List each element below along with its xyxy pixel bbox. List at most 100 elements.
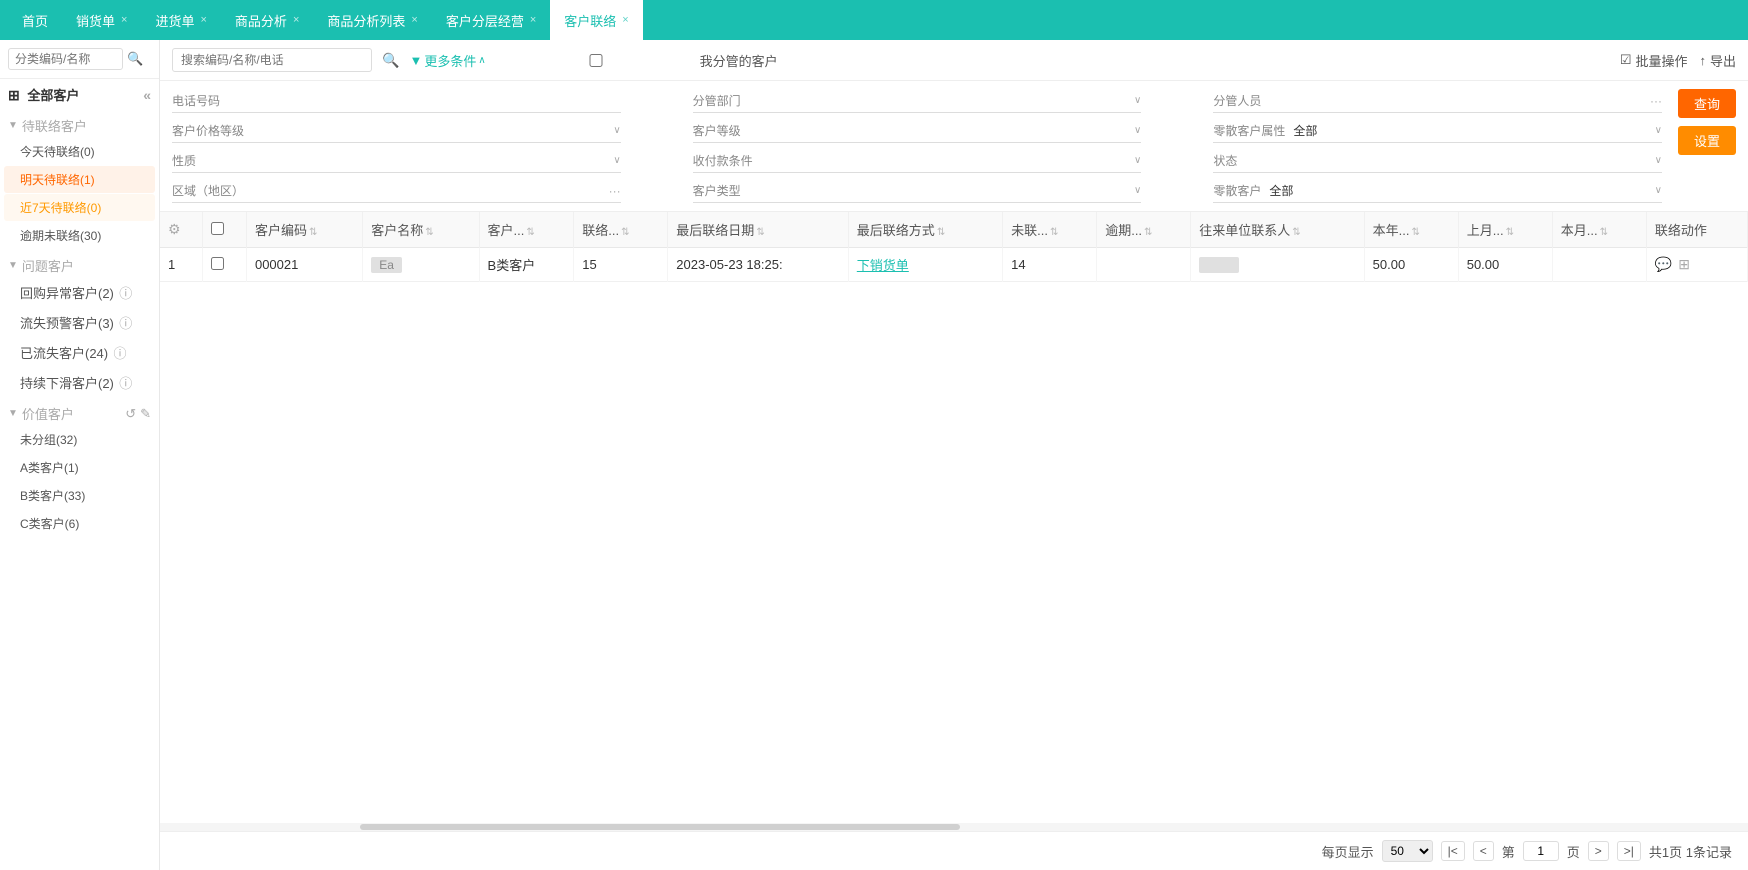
sidebar-group-value: ▼ 价值客户 ↺ ✎ <box>0 398 159 425</box>
col-name[interactable]: 客户名称⇅ <box>363 212 479 248</box>
col-code[interactable]: 客户编码⇅ <box>246 212 362 248</box>
collapse-icon[interactable]: « <box>143 87 151 103</box>
sort-type-icon: ⇅ <box>526 227 534 238</box>
nav-product-analysis-list[interactable]: 商品分析列表 × <box>313 0 431 40</box>
name-placeholder: Ea <box>371 257 402 273</box>
last-page-btn[interactable]: >| <box>1617 841 1641 861</box>
sort-uncontact-icon: ⇅ <box>1050 227 1058 238</box>
close-purchase-icon[interactable]: × <box>200 14 206 26</box>
sidebar-item-repurchase[interactable]: 回购异常客户(2) ⓘ <box>4 278 155 307</box>
page-number-input[interactable] <box>1523 841 1559 861</box>
page-size-select[interactable]: 50 100 200 <box>1382 840 1433 862</box>
col-last-month[interactable]: 上月...⇅ <box>1458 212 1552 248</box>
col-this-year[interactable]: 本年...⇅ <box>1364 212 1458 248</box>
filter-scatter-cust-value[interactable]: 全部 <box>1269 182 1650 199</box>
row-check[interactable] <box>211 257 224 270</box>
filter-scatter-value[interactable]: 全部 <box>1293 122 1650 139</box>
filter-btn[interactable]: ▼ 更多条件 ∧ <box>409 51 485 70</box>
main-search-input[interactable] <box>172 48 372 72</box>
col-last-method[interactable]: 最后联络方式⇅ <box>848 212 1002 248</box>
sidebar-search-input[interactable] <box>8 48 123 70</box>
row-overdue <box>1097 248 1191 282</box>
next-page-btn[interactable]: > <box>1588 841 1609 861</box>
row-contact-count: 15 <box>574 248 668 282</box>
region-dots-icon[interactable]: ··· <box>609 184 621 198</box>
my-customers-toggle[interactable]: 我分管的客户 <box>496 51 778 70</box>
sidebar-item-a-class[interactable]: A类客户(1) <box>4 454 155 481</box>
my-customers-checkbox[interactable] <box>496 54 696 67</box>
set-button[interactable]: 设置 <box>1678 126 1736 155</box>
row-code: 000021 <box>246 248 362 282</box>
sidebar-item-ungrouped[interactable]: 未分组(32) <box>4 426 155 453</box>
first-page-btn[interactable]: |< <box>1441 841 1465 861</box>
col-this-month[interactable]: 本月...⇅ <box>1552 212 1646 248</box>
price-arrow-icon[interactable]: ∨ <box>613 125 620 136</box>
col-last-date[interactable]: 最后联络日期⇅ <box>668 212 849 248</box>
filter-price-level: 客户价格等级 ∨ <box>172 119 621 143</box>
sidebar-item-c-class[interactable]: C类客户(6) <box>4 510 155 537</box>
close-contact-icon[interactable]: × <box>622 14 628 26</box>
close-product-list-icon[interactable]: × <box>411 14 417 26</box>
col-check[interactable] <box>203 212 247 248</box>
batch-op-btn[interactable]: ☑ 批量操作 <box>1620 51 1688 70</box>
manager-dots-icon[interactable]: ··· <box>1650 94 1662 108</box>
col-company-contact[interactable]: 往来单位联系人⇅ <box>1191 212 1364 248</box>
prev-page-btn[interactable]: < <box>1473 841 1494 861</box>
sidebar-item-declining[interactable]: 持续下滑客户(2) ⓘ <box>4 368 155 397</box>
status-arrow-icon[interactable]: ∨ <box>1655 155 1662 166</box>
sidebar-item-today[interactable]: 今天待联络(0) <box>4 138 155 165</box>
gear-icon[interactable]: ⚙ <box>168 221 181 237</box>
select-all-checkbox[interactable] <box>211 222 224 235</box>
row-last-method[interactable]: 下销货单 <box>848 248 1002 282</box>
filter-phone-label: 电话号码 <box>172 92 220 109</box>
right-actions: ☑ 批量操作 ↑ 导出 <box>1620 51 1736 70</box>
sidebar-item-tomorrow[interactable]: 明天待联络(1) <box>4 166 155 193</box>
close-product-analysis-icon[interactable]: × <box>293 14 299 26</box>
search-bar: 🔍 ▼ 更多条件 ∧ 我分管的客户 ☑ 批量操作 ↑ 导出 <box>160 40 1748 81</box>
horizontal-scrollbar[interactable] <box>160 823 1748 831</box>
qr-icon[interactable]: ⊞ <box>1678 256 1690 273</box>
sidebar-item-overdue[interactable]: 逾期未联络(30) <box>4 222 155 249</box>
filter-arrow: ∧ <box>478 55 485 66</box>
refresh-icon[interactable]: ↺ <box>125 406 136 422</box>
col-contact[interactable]: 联络...⇅ <box>574 212 668 248</box>
scrollbar-thumb[interactable] <box>360 824 960 830</box>
export-btn[interactable]: ↑ 导出 <box>1699 51 1736 70</box>
nav-home[interactable]: 首页 <box>8 0 62 40</box>
clevel-arrow-icon[interactable]: ∨ <box>1134 125 1141 136</box>
sidebar-search-icon[interactable]: 🔍 <box>127 51 143 67</box>
col-overdue[interactable]: 逾期...⇅ <box>1097 212 1191 248</box>
sidebar-item-b-class[interactable]: B类客户(33) <box>4 482 155 509</box>
sidebar-all-customers[interactable]: ⊞ 全部客户 « <box>0 79 159 110</box>
row-name[interactable]: Ea <box>363 248 479 282</box>
filter-dept: 分管部门 ∨ <box>693 89 1142 113</box>
nav-sales[interactable]: 销货单 × <box>62 0 141 40</box>
query-button[interactable]: 查询 <box>1678 89 1736 118</box>
close-sales-icon[interactable]: × <box>121 14 127 26</box>
last-method-link[interactable]: 下销货单 <box>857 258 909 273</box>
dept-arrow-icon[interactable]: ∨ <box>1134 95 1141 106</box>
sort-year-icon: ⇅ <box>1412 227 1420 238</box>
ctype-arrow-icon[interactable]: ∨ <box>1134 185 1141 196</box>
payment-arrow-icon[interactable]: ∨ <box>1134 155 1141 166</box>
nature-arrow-icon[interactable]: ∨ <box>613 155 620 166</box>
main-search-icon[interactable]: 🔍 <box>382 52 399 69</box>
sidebar-item-churn-warning[interactable]: 流失预警客户(3) ⓘ <box>4 308 155 337</box>
col-gear[interactable]: ⚙ <box>160 212 203 248</box>
filter-payment: 收付款条件 ∨ <box>693 149 1142 173</box>
sidebar-item-churned[interactable]: 已流失客户(24) ⓘ <box>4 338 155 367</box>
col-type[interactable]: 客户...⇅ <box>479 212 574 248</box>
filter-icon: ▼ <box>409 53 422 68</box>
nav-purchase[interactable]: 进货单 × <box>141 0 220 40</box>
row-checkbox[interactable] <box>203 248 247 282</box>
sidebar-item-7days[interactable]: 近7天待联络(0) <box>4 194 155 221</box>
close-segment-icon[interactable]: × <box>530 14 536 26</box>
nav-customer-segment[interactable]: 客户分层经营 × <box>432 0 550 40</box>
scatter-arrow-icon[interactable]: ∨ <box>1655 125 1662 136</box>
nav-customer-contact[interactable]: 客户联络 × <box>550 0 642 40</box>
col-uncontact[interactable]: 未联...⇅ <box>1003 212 1097 248</box>
edit-icon[interactable]: ✎ <box>140 406 151 422</box>
nav-product-analysis[interactable]: 商品分析 × <box>221 0 313 40</box>
chat-icon[interactable]: 💬 <box>1655 256 1672 273</box>
scatter-cust-arrow-icon[interactable]: ∨ <box>1655 185 1662 196</box>
